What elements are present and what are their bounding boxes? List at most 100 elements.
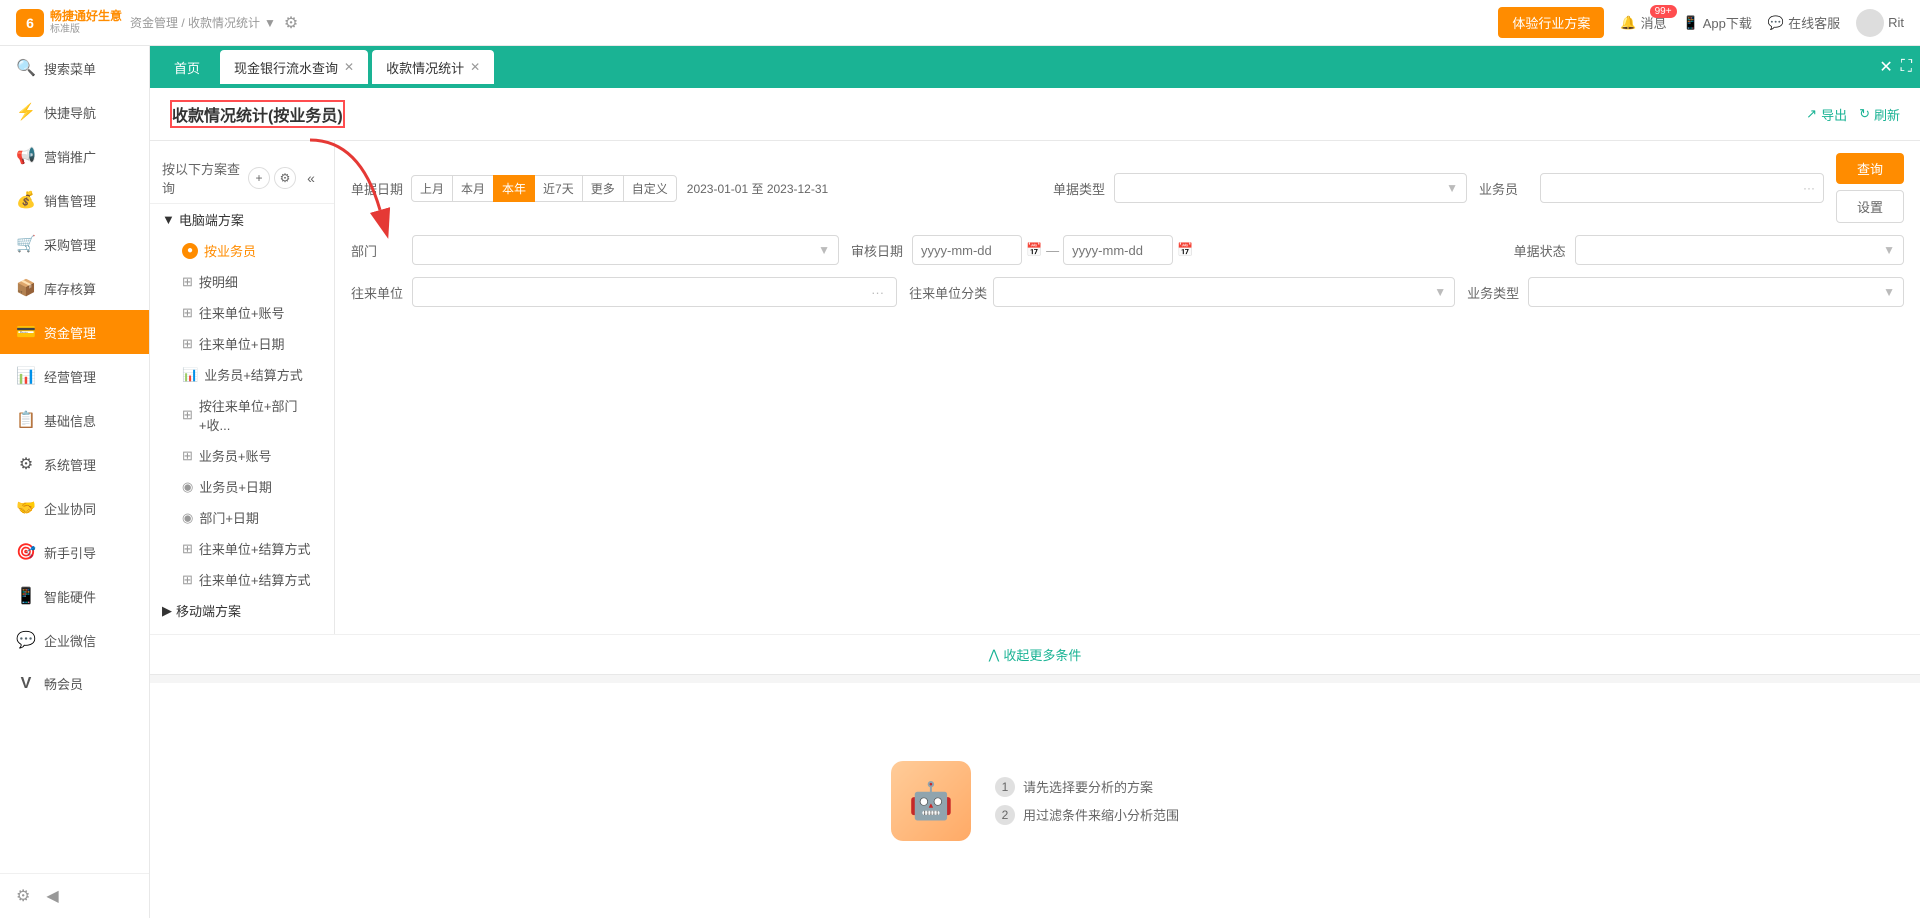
mobile-section-header[interactable]: ▶ 移动端方案 bbox=[150, 595, 334, 626]
scheme-item-salesman-settlement[interactable]: 📊 业务员+结算方式 bbox=[158, 359, 334, 390]
scheme-panel: 按以下方案查询 + ⚙ « ▼ bbox=[150, 141, 335, 634]
settings-button[interactable]: 设置 bbox=[1836, 190, 1904, 223]
hint-num-1: 1 bbox=[995, 777, 1015, 797]
scheme-item-salesman-account[interactable]: ⊞ 业务员+账号 bbox=[158, 440, 334, 471]
tab-cashflow-label: 现金银行流水查询 bbox=[234, 58, 338, 77]
tab-home[interactable]: 首页 bbox=[158, 46, 216, 88]
app-download-label: App下载 bbox=[1703, 13, 1752, 32]
add-scheme-icon[interactable]: + bbox=[248, 167, 270, 189]
doc-status-dropdown[interactable]: ▼ bbox=[1575, 235, 1904, 265]
tab-cashflow-close[interactable]: ✕ bbox=[344, 60, 354, 74]
window-close-btn[interactable]: ✕ bbox=[1879, 57, 1892, 77]
scheme-settings-icon[interactable]: ⚙ bbox=[274, 167, 296, 189]
breadcrumb-dropdown[interactable]: ▼ bbox=[264, 16, 276, 30]
logo-area: 6 畅捷通好生意 标准版 bbox=[16, 9, 122, 37]
scheme-item-salesman[interactable]: ● 按业务员 bbox=[158, 235, 334, 266]
review-date-start[interactable] bbox=[912, 235, 1022, 265]
desktop-scheme-section: ▼ 电脑端方案 ● 按业务员 ⊞ bbox=[150, 204, 334, 595]
sidebar-item-inventory[interactable]: 📦 库存核算 bbox=[0, 266, 149, 310]
settings-bottom-icon[interactable]: ⚙ bbox=[16, 886, 30, 906]
biz-type-field: 业务类型 ▼ bbox=[1467, 277, 1904, 307]
scheme-item-partner-settlement1[interactable]: ⊞ 往来单位+结算方式 bbox=[158, 533, 334, 564]
sidebar-item-purchase[interactable]: 🛒 采购管理 bbox=[0, 222, 149, 266]
scheme-item-dept-date[interactable]: ◉ 部门+日期 bbox=[158, 502, 334, 533]
btn-custom[interactable]: 自定义 bbox=[623, 175, 677, 202]
export-icon: ↗ bbox=[1806, 106, 1817, 122]
collapse-sidebar-icon[interactable]: ◀ bbox=[46, 886, 58, 906]
biz-type-dropdown[interactable]: ▼ bbox=[1528, 277, 1904, 307]
sidebar-item-guide[interactable]: 🎯 新手引导 bbox=[0, 530, 149, 574]
page-content: 收款情况统计(按业务员) ↗ 导出 ↻ 刷新 bbox=[150, 88, 1920, 918]
page-title-box: 收款情况统计(按业务员) bbox=[170, 100, 345, 128]
sidebar-item-marketing[interactable]: 📢 营销推广 bbox=[0, 134, 149, 178]
calendar-icon-start: 📅 bbox=[1026, 242, 1042, 258]
desktop-section-header[interactable]: ▼ 电脑端方案 bbox=[150, 204, 334, 235]
salesman-dropdown[interactable]: ··· bbox=[1540, 173, 1824, 203]
btn-last-month[interactable]: 上月 bbox=[411, 175, 453, 202]
settings-icon[interactable]: ⚙ bbox=[284, 13, 298, 33]
partner-more-icon[interactable]: ··· bbox=[871, 285, 884, 300]
partner-dropdown[interactable]: ··· bbox=[412, 277, 897, 307]
sidebar-label-marketing: 营销推广 bbox=[44, 147, 96, 166]
refresh-button[interactable]: ↻ 刷新 bbox=[1859, 105, 1900, 124]
btn-7days[interactable]: 近7天 bbox=[534, 175, 583, 202]
sidebar-item-wechat[interactable]: 💬 企业微信 bbox=[0, 618, 149, 662]
scheme-item-label: 部门+日期 bbox=[199, 508, 259, 527]
partner-category-dropdown[interactable]: ▼ bbox=[993, 277, 1455, 307]
messages-badge: 99+ bbox=[1650, 5, 1677, 18]
tab-cashflow[interactable]: 现金银行流水查询 ✕ bbox=[220, 50, 368, 84]
tab-receipt-label: 收款情况统计 bbox=[386, 58, 464, 77]
sidebar-item-search[interactable]: 🔍 搜索菜单 bbox=[0, 46, 149, 90]
sidebar-item-basic[interactable]: 📋 基础信息 bbox=[0, 398, 149, 442]
sidebar-item-hardware[interactable]: 📱 智能硬件 bbox=[0, 574, 149, 618]
hint-text-2: 用过滤条件来缩小分析范围 bbox=[1023, 805, 1179, 824]
scheme-item-partner-dept[interactable]: ⊞ 按往来单位+部门+收... bbox=[158, 390, 334, 440]
app-download-button[interactable]: 📱 App下载 bbox=[1683, 13, 1752, 32]
export-label: 导出 bbox=[1821, 105, 1847, 124]
review-date-label: 审核日期 bbox=[851, 241, 906, 260]
doc-type-arrow: ▼ bbox=[1446, 181, 1458, 195]
page-header: 收款情况统计(按业务员) ↗ 导出 ↻ 刷新 bbox=[150, 88, 1920, 141]
collapse-more-btn[interactable]: ⋀ 收起更多条件 bbox=[150, 634, 1920, 674]
tab-receipt-close[interactable]: ✕ bbox=[470, 60, 480, 74]
result-area: 🤖 1 请先选择要分析的方案 2 用过滤条件来缩小分析范围 bbox=[150, 683, 1920, 918]
scheme-item-partner-account[interactable]: ⊞ 往来单位+账号 bbox=[158, 297, 334, 328]
trial-button[interactable]: 体验行业方案 bbox=[1498, 7, 1604, 38]
scheme-item-salesman-date[interactable]: ◉ 业务员+日期 bbox=[158, 471, 334, 502]
collapse-scheme-btn[interactable]: « bbox=[300, 167, 322, 189]
online-service-button[interactable]: 💬 在线客服 bbox=[1768, 13, 1840, 32]
sidebar-item-operations[interactable]: 📊 经营管理 bbox=[0, 354, 149, 398]
user-area[interactable]: Rit bbox=[1856, 9, 1904, 37]
date-field: 单据日期 上月 本月 本年 近7天 更多 自定义 bbox=[351, 175, 1041, 202]
btn-more[interactable]: 更多 bbox=[582, 175, 624, 202]
review-date-end[interactable] bbox=[1063, 235, 1173, 265]
sidebar-item-enterprise[interactable]: 🤝 企业协同 bbox=[0, 486, 149, 530]
finance-icon: 💳 bbox=[16, 322, 36, 342]
sidebar-item-quicknav[interactable]: ⚡ 快捷导航 bbox=[0, 90, 149, 134]
sidebar-item-member[interactable]: V 畅会员 bbox=[0, 662, 149, 705]
export-button[interactable]: ↗ 导出 bbox=[1806, 105, 1847, 124]
scheme-item-partner-settlement2[interactable]: ⊞ 往来单位+结算方式 bbox=[158, 564, 334, 595]
sidebar-label-guide: 新手引导 bbox=[44, 543, 96, 562]
partner-label: 往来单位 bbox=[351, 283, 406, 302]
review-date-range: 📅 — 📅 bbox=[912, 235, 1502, 265]
empty-state: 🤖 1 请先选择要分析的方案 2 用过滤条件来缩小分析范围 bbox=[891, 761, 1179, 841]
sidebar-label-purchase: 采购管理 bbox=[44, 235, 96, 254]
partner-category-label: 往来单位分类 bbox=[909, 283, 987, 302]
scheme-item-detail[interactable]: ⊞ 按明细 bbox=[158, 266, 334, 297]
query-button[interactable]: 查询 bbox=[1836, 153, 1904, 184]
window-maximize-btn[interactable]: ⛶ bbox=[1901, 58, 1912, 76]
sidebar-label-member: 畅会员 bbox=[44, 674, 83, 693]
scheme-item-partner-date[interactable]: ⊞ 往来单位+日期 bbox=[158, 328, 334, 359]
doc-type-dropdown[interactable]: ▼ bbox=[1114, 173, 1467, 203]
dept-dropdown[interactable]: ▼ bbox=[412, 235, 839, 265]
tab-receipt[interactable]: 收款情况统计 ✕ bbox=[372, 50, 494, 84]
messages-button[interactable]: 🔔 消息 99+ bbox=[1620, 13, 1666, 32]
btn-this-month[interactable]: 本月 bbox=[452, 175, 494, 202]
sidebar-item-sales[interactable]: 💰 销售管理 bbox=[0, 178, 149, 222]
salesman-label: 业务员 bbox=[1479, 179, 1534, 198]
btn-this-year[interactable]: 本年 bbox=[493, 175, 535, 202]
sidebar-item-system[interactable]: ⚙ 系统管理 bbox=[0, 442, 149, 486]
sidebar-label-system: 系统管理 bbox=[44, 455, 96, 474]
sidebar-item-finance[interactable]: 💳 资金管理 bbox=[0, 310, 149, 354]
